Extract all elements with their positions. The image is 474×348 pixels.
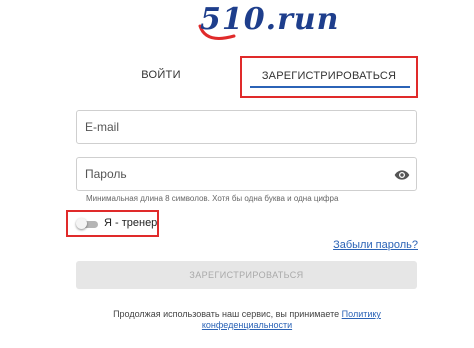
logo-text: 510.run [200,2,340,37]
eye-icon[interactable] [394,167,410,183]
forgot-password-link[interactable]: Забыли пароль? [333,239,418,251]
footer-text: Продолжая использовать наш сервис, вы пр… [113,309,340,319]
coach-toggle[interactable] [76,218,98,229]
coach-toggle-label: Я - тренер [104,217,158,229]
tab-register[interactable]: ЗАРЕГИСТРИРОВАТЬСЯ [240,56,418,98]
password-hint: Минимальная длина 8 символов. Хотя бы од… [86,194,339,203]
active-tab-underline [250,86,410,88]
footer-consent: Продолжая использовать наш сервис, вы пр… [80,309,414,331]
password-field-container [76,157,417,191]
coach-toggle-row: Я - тренер [66,210,159,237]
tab-login[interactable]: ВОЙТИ [132,62,190,88]
password-field[interactable] [85,158,375,190]
logo: 510.run [196,2,339,46]
registration-page: 510.run ВОЙТИ ЗАРЕГИСТРИРОВАТЬСЯ Минимал… [0,0,474,348]
tab-register-label: ЗАРЕГИСТРИРОВАТЬСЯ [261,70,397,82]
email-field-container [76,110,417,144]
toggle-thumb [76,218,87,229]
register-submit-button[interactable]: ЗАРЕГИСТРИРОВАТЬСЯ [76,261,417,289]
email-field[interactable] [85,111,375,143]
